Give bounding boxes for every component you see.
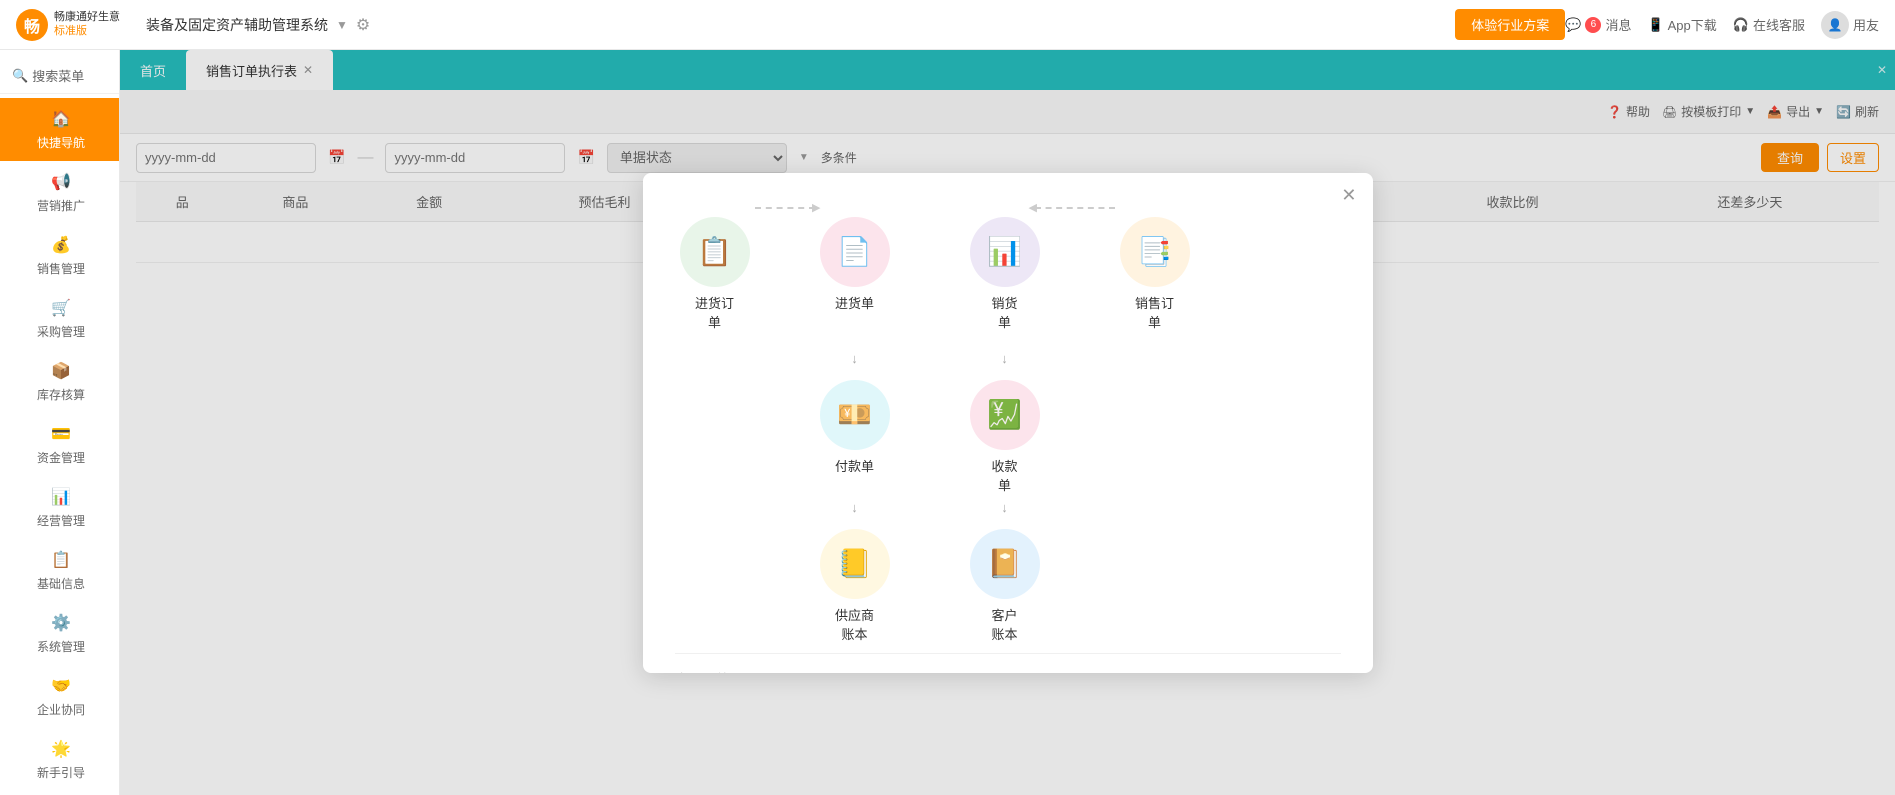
basics-icon: 📋	[50, 549, 72, 571]
arrow-right-1: ▶	[755, 207, 815, 233]
node-supplier-ledger[interactable]: 📒 供应商账本	[815, 519, 895, 653]
common-functions-title: 常用功能	[675, 670, 1341, 673]
modal-overlay: ✕ 📋 进货订单 ▶	[120, 50, 1895, 795]
inventory-icon: 📦	[50, 360, 72, 382]
sales-bill-label: 销货单	[991, 293, 1019, 331]
search-icon: 🔍	[12, 68, 28, 84]
node-purchase-order[interactable]: 📋 进货订单	[675, 207, 755, 341]
online-service-item[interactable]: 🎧 在线客服	[1733, 15, 1805, 34]
logo-area: 畅 畅康通好生意 标准版	[16, 9, 136, 41]
payment-bill-icon: 💴	[820, 380, 890, 450]
sidebar-item-marketing[interactable]: 📢 营销推广	[0, 161, 119, 224]
sidebar-item-purchase[interactable]: 🛒 采购管理	[0, 287, 119, 350]
receipt-bill-icon: 💹	[970, 380, 1040, 450]
arrow-left-1: ◀	[1035, 207, 1115, 233]
avatar: 👤	[1821, 11, 1849, 39]
purchase-icon: 🛒	[50, 297, 72, 319]
node-purchase-bill[interactable]: 📄 进货单	[815, 207, 895, 322]
sidebar-item-newbie[interactable]: 🌟 新手引导	[0, 728, 119, 791]
sales-icon: 💰	[50, 234, 72, 256]
sidebar-item-sales[interactable]: 💰 销售管理	[0, 224, 119, 287]
app-download-item[interactable]: 📱 App下载	[1647, 15, 1716, 34]
sales-order-label: 销售订单	[1131, 293, 1179, 331]
user-item[interactable]: 👤 用友	[1821, 11, 1879, 39]
sidebar-item-inventory[interactable]: 📦 库存核算	[0, 350, 119, 413]
node-receipt-bill[interactable]: 💹 收款单	[975, 370, 1035, 504]
modal-close-btn[interactable]: ✕	[1341, 185, 1356, 206]
sidebar-item-system[interactable]: ⚙️ 系统管理	[0, 602, 119, 665]
node-payment-bill[interactable]: 💴 付款单	[815, 370, 895, 504]
message-badge: 6	[1585, 17, 1601, 33]
system-icon: ⚙️	[50, 612, 72, 634]
trial-button[interactable]: 体验行业方案	[1455, 9, 1565, 40]
purchase-order-icon: 📋	[680, 217, 750, 287]
common-functions: 常用功能 商品 往来单位 现存量(库存状况表) 现存量(库存分布表) 销售毛利分…	[675, 653, 1341, 673]
arrow-down-sales: ↓	[975, 351, 1035, 366]
message-item[interactable]: 💬 6 消息	[1565, 15, 1631, 34]
logo-text: 畅康通好生意 标准版	[54, 11, 120, 37]
enterprise-icon: 🤝	[50, 675, 72, 697]
receipt-bill-label: 收款单	[991, 456, 1019, 494]
purchase-bill-icon: 📄	[820, 217, 890, 287]
sidebar: 🔍 搜索菜单 🏠 快捷导航 📢 营销推广 💰 销售管理 🛒 采购管理 📦 库存核…	[0, 50, 120, 795]
main-layout: 🔍 搜索菜单 🏠 快捷导航 📢 营销推广 💰 销售管理 🛒 采购管理 📦 库存核…	[0, 50, 1895, 795]
top-header: 畅 畅康通好生意 标准版 装备及固定资产辅助管理系统 ▼ ⚙ 体验行业方案 💬 …	[0, 0, 1895, 50]
sales-bill-icon: 📊	[970, 217, 1040, 287]
customer-ledger-icon: 📔	[970, 529, 1040, 599]
content-area: 首页 销售订单执行表 ✕ ✕ ❓ 帮助 🖨 按模板打印 ▼ 📤 导出	[120, 50, 1895, 795]
sales-order-icon: 📑	[1120, 217, 1190, 287]
sidebar-search[interactable]: 🔍 搜索菜单	[0, 58, 119, 94]
supplier-ledger-icon: 📒	[820, 529, 890, 599]
node-customer-ledger[interactable]: 📔 客户账本	[975, 519, 1035, 653]
finance-icon: 💳	[50, 423, 72, 445]
customer-ledger-label: 客户账本	[991, 605, 1019, 643]
sidebar-item-basics[interactable]: 📋 基础信息	[0, 539, 119, 602]
purchase-bill-label: 进货单	[835, 293, 874, 312]
node-sales-bill[interactable]: 📊 销货单	[975, 207, 1035, 341]
marketing-icon: 📢	[50, 171, 72, 193]
supplier-ledger-label: 供应商账本	[831, 605, 879, 643]
settings-icon[interactable]: ⚙	[356, 15, 370, 35]
payment-bill-label: 付款单	[835, 456, 874, 475]
message-icon: 💬	[1565, 17, 1581, 33]
phone-icon: 📱	[1647, 17, 1663, 33]
logo-icon: 畅	[16, 9, 48, 41]
sidebar-item-quicknav[interactable]: 🏠 快捷导航	[0, 98, 119, 161]
operations-icon: 📊	[50, 486, 72, 508]
home-icon: 🏠	[50, 108, 72, 130]
headset-icon: 🎧	[1733, 17, 1749, 33]
sidebar-item-enterprise[interactable]: 🤝 企业协同	[0, 665, 119, 728]
purchase-order-label: 进货订单	[691, 293, 739, 331]
modal-dialog: ✕ 📋 进货订单 ▶	[643, 173, 1373, 673]
node-sales-order[interactable]: 📑 销售订单	[1115, 207, 1195, 341]
newbie-icon: 🌟	[50, 738, 72, 760]
system-title: 装备及固定资产辅助管理系统 ▼ ⚙	[136, 15, 1455, 35]
header-right: 💬 6 消息 📱 App下载 🎧 在线客服 👤 用友	[1565, 11, 1879, 39]
dropdown-icon[interactable]: ▼	[336, 18, 348, 32]
sidebar-item-operations[interactable]: 📊 经营管理	[0, 476, 119, 539]
arrow-down-purchase: ↓	[815, 351, 895, 366]
sidebar-item-finance[interactable]: 💳 资金管理	[0, 413, 119, 476]
